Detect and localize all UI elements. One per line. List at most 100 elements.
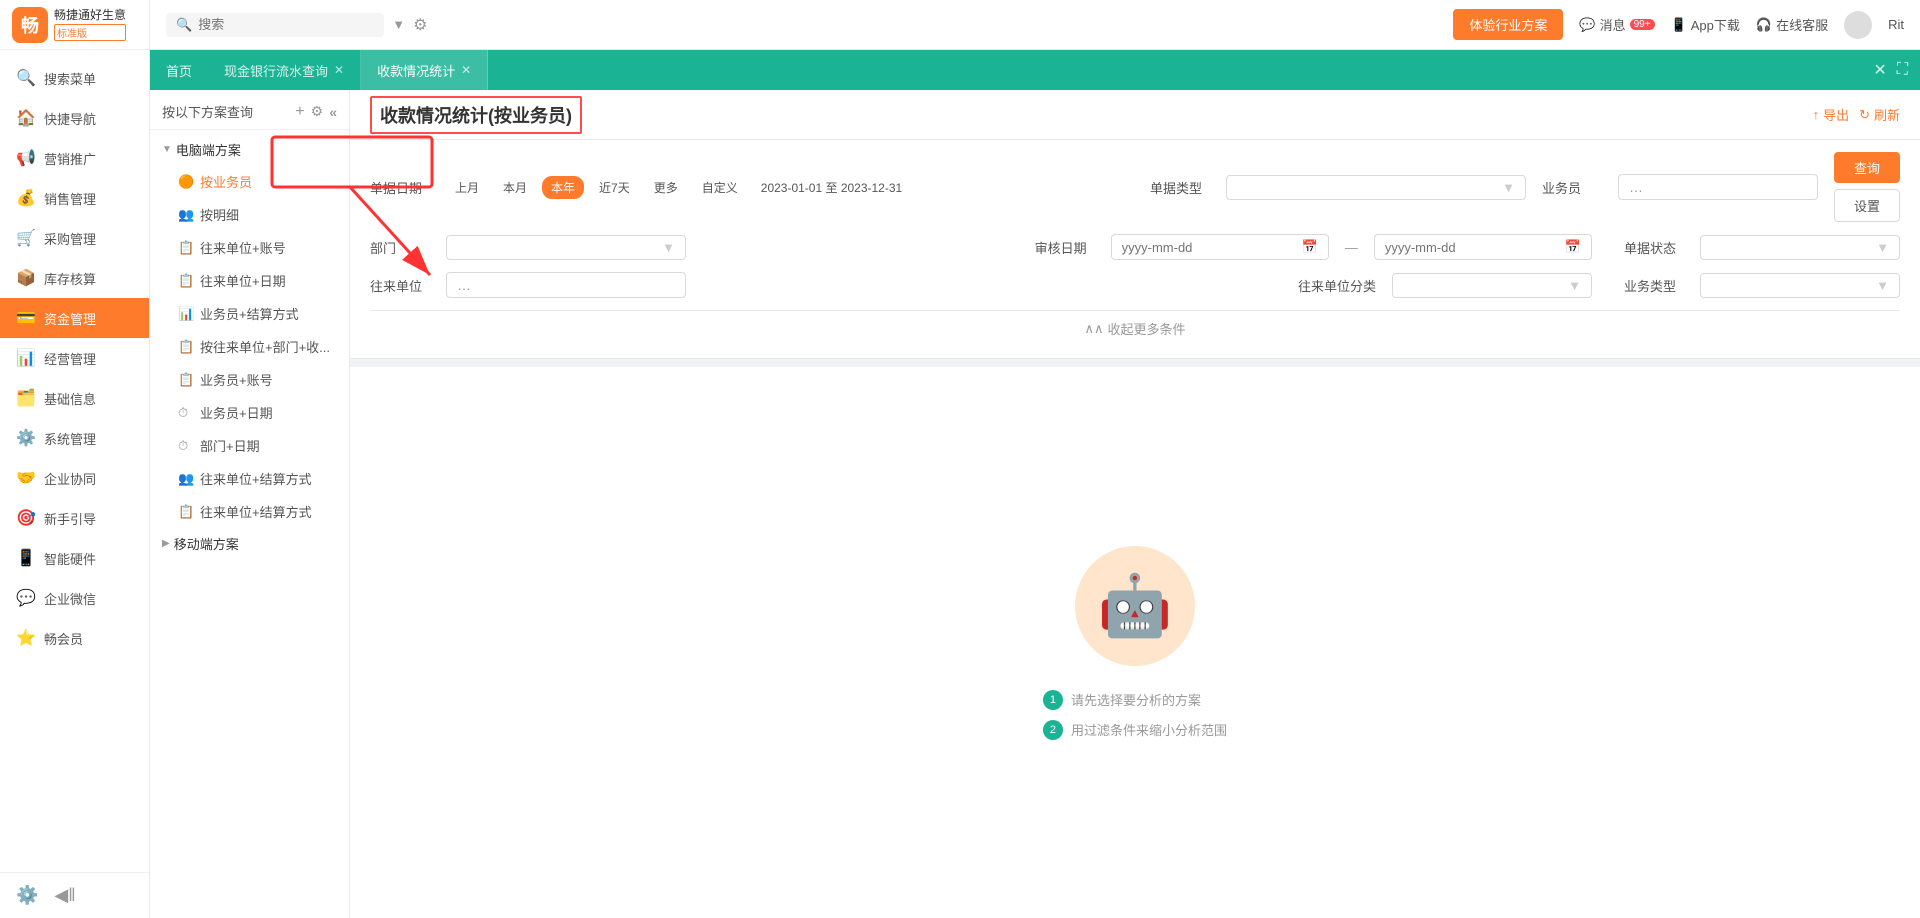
scheme-sub-staff-date[interactable]: ⏱ 业务员+日期 <box>150 396 349 429</box>
scheme-sub-staff-settle[interactable]: 📊 业务员+结算方式 <box>150 297 349 330</box>
scheme-collapse-icon[interactable]: « <box>329 104 337 120</box>
scheme-sub-dept-date[interactable]: ⏱ 部门+日期 <box>150 429 349 462</box>
scheme-group-mobile: ▶ 移动端方案 <box>150 528 349 559</box>
review-date-start[interactable]: 📅 <box>1111 234 1329 260</box>
scheme-sub-partner-dept[interactable]: 📋 按往来单位+部门+收... <box>150 330 349 363</box>
staff-select[interactable]: … <box>1618 174 1818 200</box>
sidebar-item-operations[interactable]: 📊经营管理 <box>0 338 149 378</box>
scheme-sub-partner-account[interactable]: 📋 往来单位+账号 <box>150 231 349 264</box>
sidebar-item-wechat[interactable]: 💬企业微信 <box>0 578 149 618</box>
scheme-sub-partner-date[interactable]: 📋 往来单位+日期 <box>150 264 349 297</box>
scheme-icon-sa: 📋 <box>178 372 194 388</box>
tab-bank-close[interactable]: ✕ <box>334 63 344 77</box>
sidebar-item-finance[interactable]: 💳资金管理 <box>0 298 149 338</box>
shortcut-this-year[interactable]: 本年 <box>542 176 584 199</box>
scheme-label-dd: 部门+日期 <box>200 436 260 455</box>
shortcut-custom[interactable]: 自定义 <box>693 176 747 199</box>
sidebar-nav: 🔍搜索菜单🏠快捷导航📢营销推广💰销售管理 🛒 采购管理 📦库存核算💳资金管理📊经营管理… <box>0 50 149 872</box>
scheme-sub-staff-account[interactable]: 📋 业务员+账号 <box>150 363 349 396</box>
shortcut-7days[interactable]: 近7天 <box>590 176 639 199</box>
step-1-num: 1 <box>1043 690 1063 710</box>
sidebar-item-inventory[interactable]: 📦库存核算 <box>0 258 149 298</box>
sidebar-item-member[interactable]: ⭐畅会员 <box>0 618 149 658</box>
shortcut-this-month[interactable]: 本月 <box>494 176 536 199</box>
scheme-icon-sd: ⏱ <box>178 405 194 421</box>
dept-select[interactable]: ▼ <box>446 235 686 260</box>
search-input[interactable] <box>198 17 374 32</box>
scheme-group-desktop-header[interactable]: ▼ 电脑端方案 <box>150 134 349 165</box>
refresh-btn[interactable]: ↻ 刷新 <box>1859 105 1900 124</box>
calendar-end-icon[interactable]: 📅 <box>1565 239 1581 255</box>
scheme-settings-icon[interactable]: ⚙ <box>311 103 324 120</box>
online-service-btn[interactable]: 🎧 在线客服 <box>1756 15 1828 34</box>
sidebar-item-quicknav[interactable]: 🏠快捷导航 <box>0 98 149 138</box>
query-btn[interactable]: 查询 <box>1834 152 1900 183</box>
review-date-end[interactable]: 📅 <box>1374 234 1592 260</box>
sidebar-item-purchase[interactable]: 🛒 采购管理 <box>0 218 149 258</box>
logo-icon: 畅 <box>12 7 48 43</box>
sidebar-item-sales[interactable]: 💰销售管理 <box>0 178 149 218</box>
scheme-icon-detail: 👥 <box>178 207 194 223</box>
wechat-icon: 💬 <box>16 588 36 608</box>
topbar-settings-icon[interactable]: ⚙ <box>413 15 427 35</box>
calendar-start-icon[interactable]: 📅 <box>1302 239 1318 255</box>
sidebar-item-newguide[interactable]: 🎯新手引导 <box>0 498 149 538</box>
footer-collapse-icon[interactable]: ◀‖ <box>54 885 75 906</box>
newguide-icon: 🎯 <box>16 508 36 528</box>
scheme-panel-header: 按以下方案查询 + ⚙ « <box>150 90 349 130</box>
content-area: 按以下方案查询 + ⚙ « ▼ 电脑端方案 🟠 按业务员 <box>150 90 1920 918</box>
page-header: 收款情况统计(按业务员) ↑ 导出 ↻ 刷新 <box>350 90 1920 140</box>
scheme-sub-partner-settle2[interactable]: 📋 往来单位+结算方式 <box>150 495 349 528</box>
footer-settings-icon[interactable]: ⚙️ <box>16 885 38 906</box>
breadcrumb-dropdown-icon[interactable]: ▼ <box>392 17 405 32</box>
tab-collection-close[interactable]: ✕ <box>461 63 471 77</box>
collapse-btn[interactable]: ∧∧ 收起更多条件 <box>370 310 1900 346</box>
settings-btn[interactable]: 设置 <box>1834 189 1900 222</box>
export-icon: ↑ <box>1813 107 1820 122</box>
doc-type-select[interactable]: ▼ <box>1226 175 1526 200</box>
user-avatar[interactable] <box>1844 11 1872 39</box>
sidebar-item-marketing[interactable]: 📢营销推广 <box>0 138 149 178</box>
topbar: 🔍 ▼ ⚙ 体验行业方案 💬 消息 99+ 📱 App下载 🎧 在线客服 Rit <box>150 0 1920 50</box>
scheme-group-desktop: ▼ 电脑端方案 🟠 按业务员 👥 按明细 📋 往来单位+账号 <box>150 134 349 528</box>
fullscreen-btn[interactable]: ⛶ <box>1897 61 1908 79</box>
sidebar-item-smarthw[interactable]: 📱智能硬件 <box>0 538 149 578</box>
scheme-icon-ps1: 👥 <box>178 471 194 487</box>
tab-bank[interactable]: 现金银行流水查询 ✕ <box>208 50 361 90</box>
tab-collection[interactable]: 收款情况统计 ✕ <box>361 50 488 90</box>
sidebar: 畅 畅捷通好生意 标准版 🔍搜索菜单🏠快捷导航📢营销推广💰销售管理🛒采购管理📦库… <box>0 0 150 918</box>
messages-btn[interactable]: 💬 消息 99+ <box>1579 15 1654 34</box>
doc-status-select[interactable]: ▼ <box>1700 235 1900 260</box>
export-btn[interactable]: ↑ 导出 <box>1813 105 1850 124</box>
shortcut-last-month[interactable]: 上月 <box>446 176 488 199</box>
shortcut-more[interactable]: 更多 <box>645 176 687 199</box>
scheme-sub-by-staff[interactable]: 🟠 按业务员 <box>150 165 349 198</box>
scheme-sub-by-detail[interactable]: 👥 按明细 <box>150 198 349 231</box>
scheme-sub-partner-settle1[interactable]: 👥 往来单位+结算方式 <box>150 462 349 495</box>
logo-name: 畅捷通好生意 <box>54 8 126 24</box>
sidebar-item-system[interactable]: ⚙️系统管理 <box>0 418 149 458</box>
purchase-icon: 🛒 <box>16 228 36 248</box>
scheme-label-staff: 按业务员 <box>200 172 252 191</box>
scheme-add-icon[interactable]: + <box>295 103 304 121</box>
trial-btn[interactable]: 体验行业方案 <box>1453 9 1563 40</box>
app-download-btn[interactable]: 📱 App下载 <box>1671 15 1740 34</box>
purchase-label: 采购管理 <box>44 229 96 248</box>
scheme-group-mobile-header[interactable]: ▶ 移动端方案 <box>150 528 349 559</box>
search-label: 搜索菜单 <box>44 69 96 88</box>
scheme-panel-icons: + ⚙ « <box>295 103 337 121</box>
finance-label: 资金管理 <box>44 309 96 328</box>
review-date-start-input[interactable] <box>1122 240 1298 255</box>
partner-type-select[interactable]: ▼ <box>1392 273 1592 298</box>
scheme-group-mobile-label: 移动端方案 <box>174 534 239 553</box>
tab-home[interactable]: 首页 <box>150 50 208 90</box>
sidebar-item-baseinfo[interactable]: 🗂️基础信息 <box>0 378 149 418</box>
sidebar-item-enterprise[interactable]: 🤝企业协同 <box>0 458 149 498</box>
scheme-group-desktop-label: 电脑端方案 <box>176 140 241 159</box>
review-date-end-input[interactable] <box>1385 240 1561 255</box>
sidebar-item-search[interactable]: 🔍搜索菜单 <box>0 58 149 98</box>
partner-select[interactable]: … <box>446 272 686 298</box>
topbar-search-box[interactable]: 🔍 <box>166 13 384 37</box>
biz-type-select[interactable]: ▼ <box>1700 273 1900 298</box>
close-all-btn[interactable]: ✕ <box>1873 60 1886 80</box>
